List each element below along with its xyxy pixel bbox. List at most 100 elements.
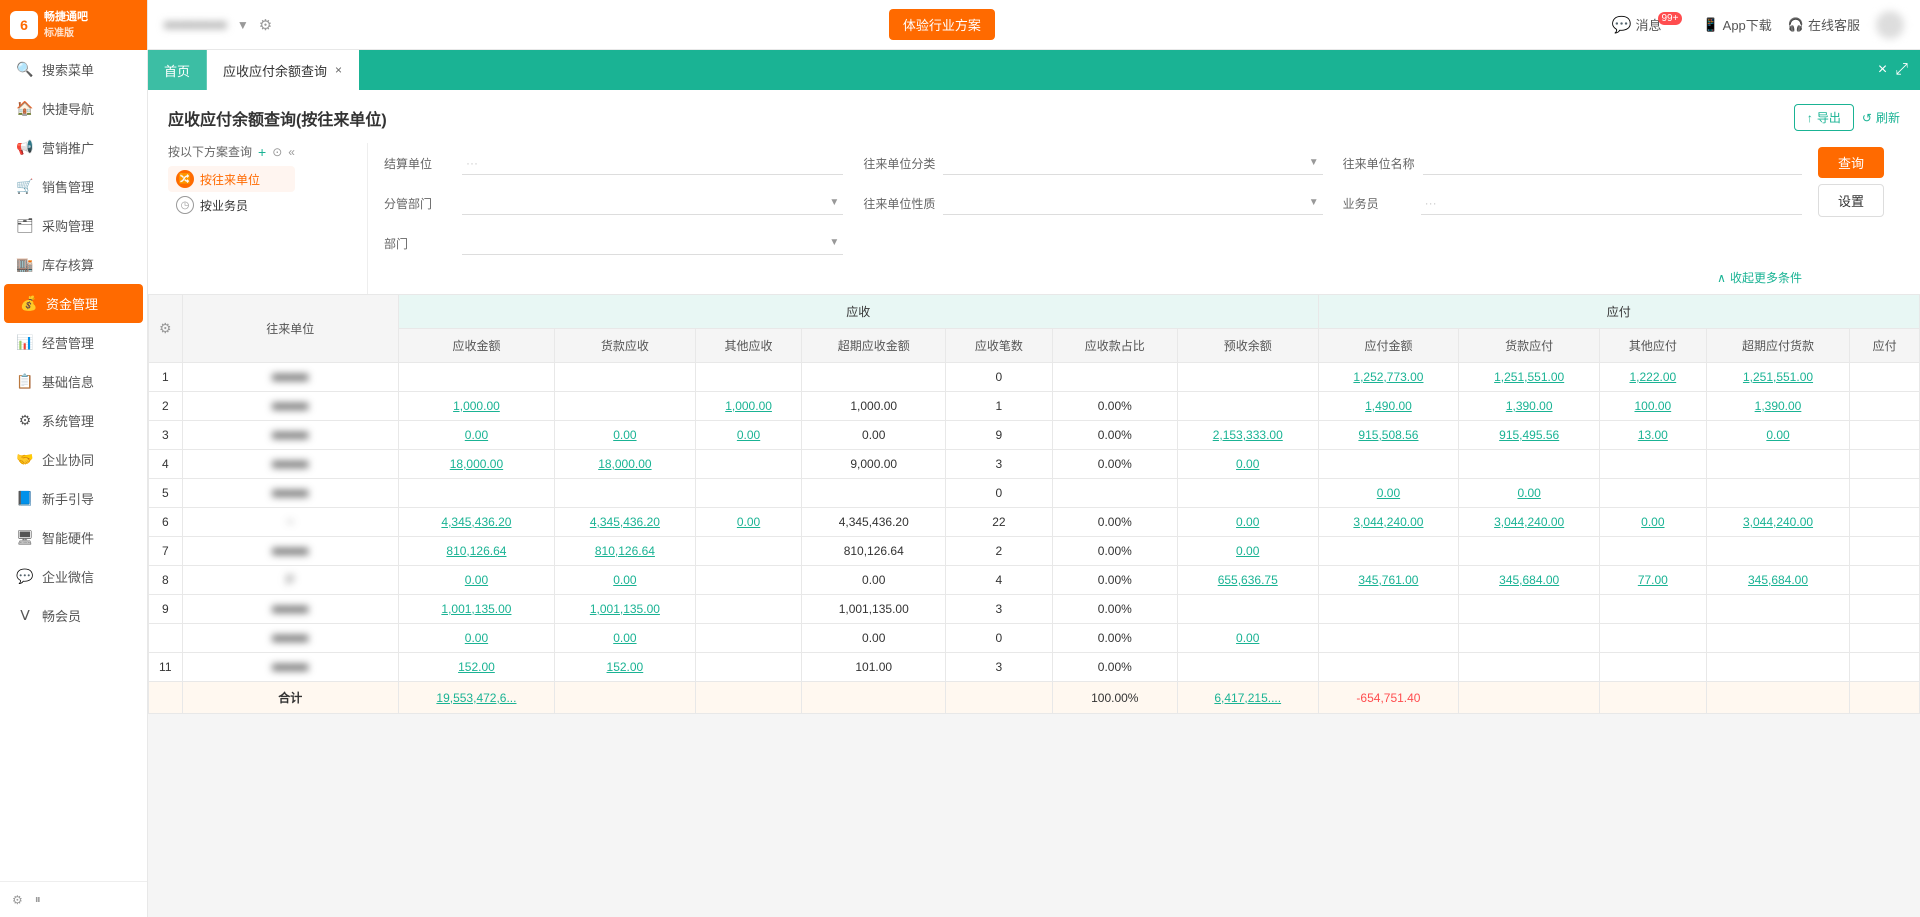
filter-input-partner-name[interactable] (1423, 151, 1802, 175)
table-cell[interactable]: 0.00 (1706, 421, 1850, 450)
table-cell[interactable]: 0.00 (695, 421, 802, 450)
table-cell[interactable]: 18,000.00 (398, 450, 554, 479)
filter-input-salesperson[interactable]: ··· (1421, 191, 1802, 215)
filter-option-partner[interactable]: 🔀 按往来单位 (168, 166, 295, 192)
collapse-filter-button[interactable]: ∧ 收起更多条件 (1717, 269, 1802, 286)
sidebar-item-hardware[interactable]: 🖥 智能硬件 (0, 518, 147, 557)
tab-home[interactable]: 首页 (148, 50, 207, 90)
sidebar-item-finance[interactable]: 💰 资金管理 (4, 284, 143, 323)
collapse-filter-icon[interactable]: « (288, 145, 295, 159)
table-cell[interactable]: 0.00 (398, 566, 554, 595)
table-cell[interactable]: 0.00 (398, 421, 554, 450)
add-filter-button[interactable]: + (258, 144, 266, 160)
export-button[interactable]: ↑ 导出 (1794, 104, 1854, 131)
sidebar-item-inventory[interactable]: 🏬 库存核算 (0, 245, 147, 284)
table-cell[interactable]: 3,044,240.00 (1706, 508, 1850, 537)
table-cell[interactable]: 1,251,551.00 (1459, 363, 1600, 392)
table-cell[interactable]: 1,490.00 (1318, 392, 1459, 421)
table-cell[interactable]: 3,044,240.00 (1318, 508, 1459, 537)
table-cell[interactable]: 810,126.64 (398, 537, 554, 566)
table-cell[interactable]: 655,636.75 (1177, 566, 1318, 595)
filter-label-partner-name: 往来单位名称 (1343, 155, 1415, 172)
table-cell[interactable]: 1,000.00 (695, 392, 802, 421)
table-cell[interactable]: 1,222.00 (1600, 363, 1707, 392)
setting-button[interactable]: 设置 (1818, 184, 1884, 217)
table-cell[interactable]: 345,761.00 (1318, 566, 1459, 595)
table-cell[interactable]: 1,000.00 (398, 392, 554, 421)
service-link[interactable]: 🎧 在线客服 (1788, 15, 1860, 34)
query-button[interactable]: 查询 (1818, 147, 1884, 178)
table-cell[interactable]: 0.00 (1177, 537, 1318, 566)
table-settings-icon[interactable]: ⚙ (159, 320, 172, 336)
sidebar-item-search[interactable]: 🔍 搜索菜单 (0, 50, 147, 89)
table-cell: ■■■■■ (182, 421, 398, 450)
table-cell[interactable]: 4,345,436.20 (555, 508, 696, 537)
filter-input-partner-category[interactable]: ▼ (943, 151, 1322, 175)
table-cell[interactable]: 1,390.00 (1706, 392, 1850, 421)
sidebar-item-purchase[interactable]: 🗂 采购管理 (0, 206, 147, 245)
settings-filter-icon[interactable]: ⊙ (272, 145, 282, 159)
filter-input-dept[interactable]: ▼ (462, 191, 843, 215)
table-cell[interactable]: 0.00 (1177, 624, 1318, 653)
tab-close-icon[interactable]: × (335, 63, 342, 77)
table-cell[interactable]: 2,153,333.00 (1177, 421, 1318, 450)
table-cell[interactable]: 1,001,135.00 (398, 595, 554, 624)
sidebar-item-basic[interactable]: 📋 基础信息 (0, 362, 147, 401)
table-cell[interactable]: 0.00 (1177, 450, 1318, 479)
table-cell[interactable]: 4,345,436.20 (398, 508, 554, 537)
table-cell[interactable]: 0.00 (555, 624, 696, 653)
table-cell[interactable]: 345,684.00 (1706, 566, 1850, 595)
refresh-button[interactable]: ↺ 刷新 (1862, 104, 1900, 131)
table-cell[interactable]: 0.00 (555, 566, 696, 595)
table-cell[interactable]: 3,044,240.00 (1459, 508, 1600, 537)
sidebar-item-guide[interactable]: 📘 新手引导 (0, 479, 147, 518)
table-cell[interactable]: 152.00 (398, 653, 554, 682)
collapse-arrow-icon[interactable]: ⏸ (35, 892, 41, 907)
sidebar-item-collab[interactable]: 🤝 企业协同 (0, 440, 147, 479)
sidebar-item-marketing[interactable]: 📢 营销推广 (0, 128, 147, 167)
user-avatar[interactable] (1876, 11, 1904, 39)
table-cell[interactable]: 13.00 (1600, 421, 1707, 450)
sidebar-item-operation[interactable]: 📊 经营管理 (0, 323, 147, 362)
table-cell[interactable]: 915,495.56 (1459, 421, 1600, 450)
table-cell[interactable]: 915,508.56 (1318, 421, 1459, 450)
filter-input-settlement[interactable]: ··· (462, 151, 843, 175)
table-cell: ■■■■■ (182, 392, 398, 421)
table-cell[interactable]: 0.00 (1459, 479, 1600, 508)
table-cell (1459, 537, 1600, 566)
settings-icon[interactable]: ⚙ (12, 893, 23, 907)
sidebar-item-sales[interactable]: 🛒 销售管理 (0, 167, 147, 206)
tab-expand-button[interactable]: ⤢ (1895, 61, 1908, 79)
table-cell[interactable]: 0.00 (1318, 479, 1459, 508)
gear-icon[interactable]: ⚙ (259, 16, 272, 34)
sidebar-item-member[interactable]: Ⅴ 畅会员 (0, 596, 147, 635)
table-cell[interactable]: 0.00 (398, 624, 554, 653)
table-cell[interactable]: 345,684.00 (1459, 566, 1600, 595)
table-cell[interactable]: 1,251,551.00 (1706, 363, 1850, 392)
filter-option-salesperson[interactable]: ◷ 按业务员 (168, 192, 295, 218)
app-download[interactable]: 📱 App下载 (1702, 15, 1771, 34)
table-cell[interactable]: 18,000.00 (555, 450, 696, 479)
table-cell[interactable]: 0.00 (555, 421, 696, 450)
sidebar-item-nav[interactable]: 🏠 快捷导航 (0, 89, 147, 128)
table-cell[interactable]: 810,126.64 (555, 537, 696, 566)
sidebar-item-system[interactable]: ⚙ 系统管理 (0, 401, 147, 440)
table-cell[interactable]: 1,001,135.00 (555, 595, 696, 624)
sidebar-item-wechat[interactable]: 💬 企业微信 (0, 557, 147, 596)
filter-input-partner-nature[interactable]: ▼ (943, 191, 1322, 215)
tab-receivable[interactable]: 应收应付余额查询 × (207, 50, 359, 90)
table-cell[interactable]: 0.00 (1177, 508, 1318, 537)
table-cell[interactable]: 1,252,773.00 (1318, 363, 1459, 392)
table-cell[interactable]: 100.00 (1600, 392, 1707, 421)
table-cell[interactable]: 0.00 (1600, 508, 1707, 537)
table-cell[interactable]: 152.00 (555, 653, 696, 682)
tab-close-button[interactable]: × (1878, 61, 1887, 79)
table-cell[interactable]: 1,390.00 (1459, 392, 1600, 421)
promo-button[interactable]: 体验行业方案 (889, 9, 995, 40)
table-cell[interactable]: 77.00 (1600, 566, 1707, 595)
filter-input-dept2[interactable]: ▼ (462, 231, 843, 255)
table-cell[interactable]: 0.00 (695, 508, 802, 537)
footer-empty3 (695, 682, 802, 714)
dropdown-icon[interactable]: ▼ (237, 18, 249, 32)
message-group[interactable]: 💬 消息 99+ (1612, 15, 1687, 35)
